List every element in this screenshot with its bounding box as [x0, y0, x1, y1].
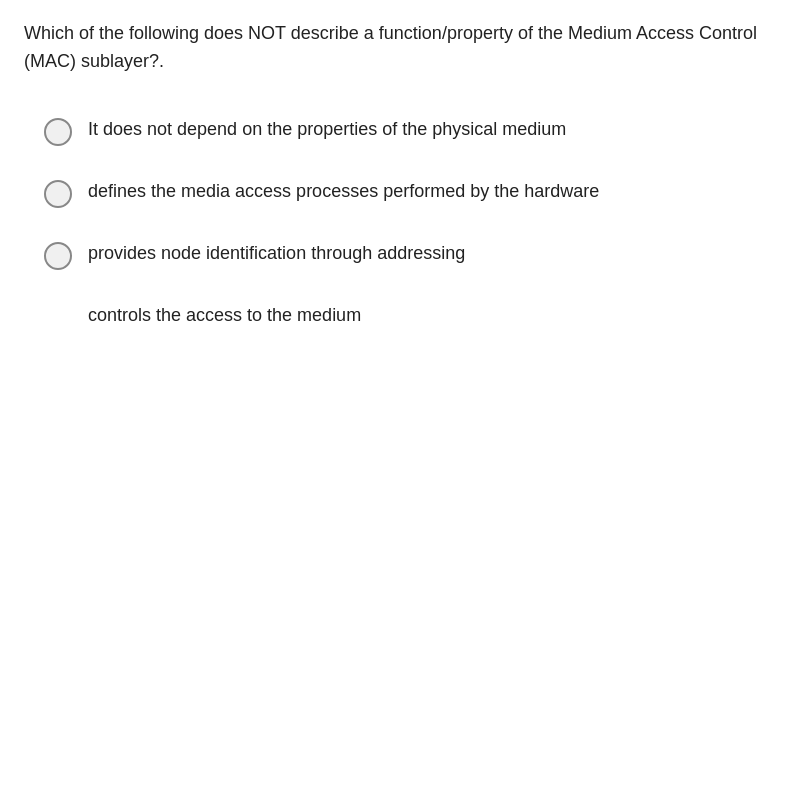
option-a-text: It does not depend on the properties of …: [88, 116, 566, 144]
option-b-text: defines the media access processes perfo…: [88, 178, 599, 206]
option-c[interactable]: provides node identification through add…: [44, 240, 779, 270]
option-b[interactable]: defines the media access processes perfo…: [44, 178, 779, 208]
radio-c[interactable]: [44, 242, 72, 270]
option-d[interactable]: controls the access to the medium: [44, 302, 779, 330]
radio-b[interactable]: [44, 180, 72, 208]
option-c-text: provides node identification through add…: [88, 240, 465, 268]
radio-a[interactable]: [44, 118, 72, 146]
question-container: Which of the following does NOT describe…: [24, 20, 779, 330]
option-d-text: controls the access to the medium: [88, 302, 361, 330]
options-list: It does not depend on the properties of …: [24, 116, 779, 330]
option-a[interactable]: It does not depend on the properties of …: [44, 116, 779, 146]
question-text: Which of the following does NOT describe…: [24, 20, 779, 76]
